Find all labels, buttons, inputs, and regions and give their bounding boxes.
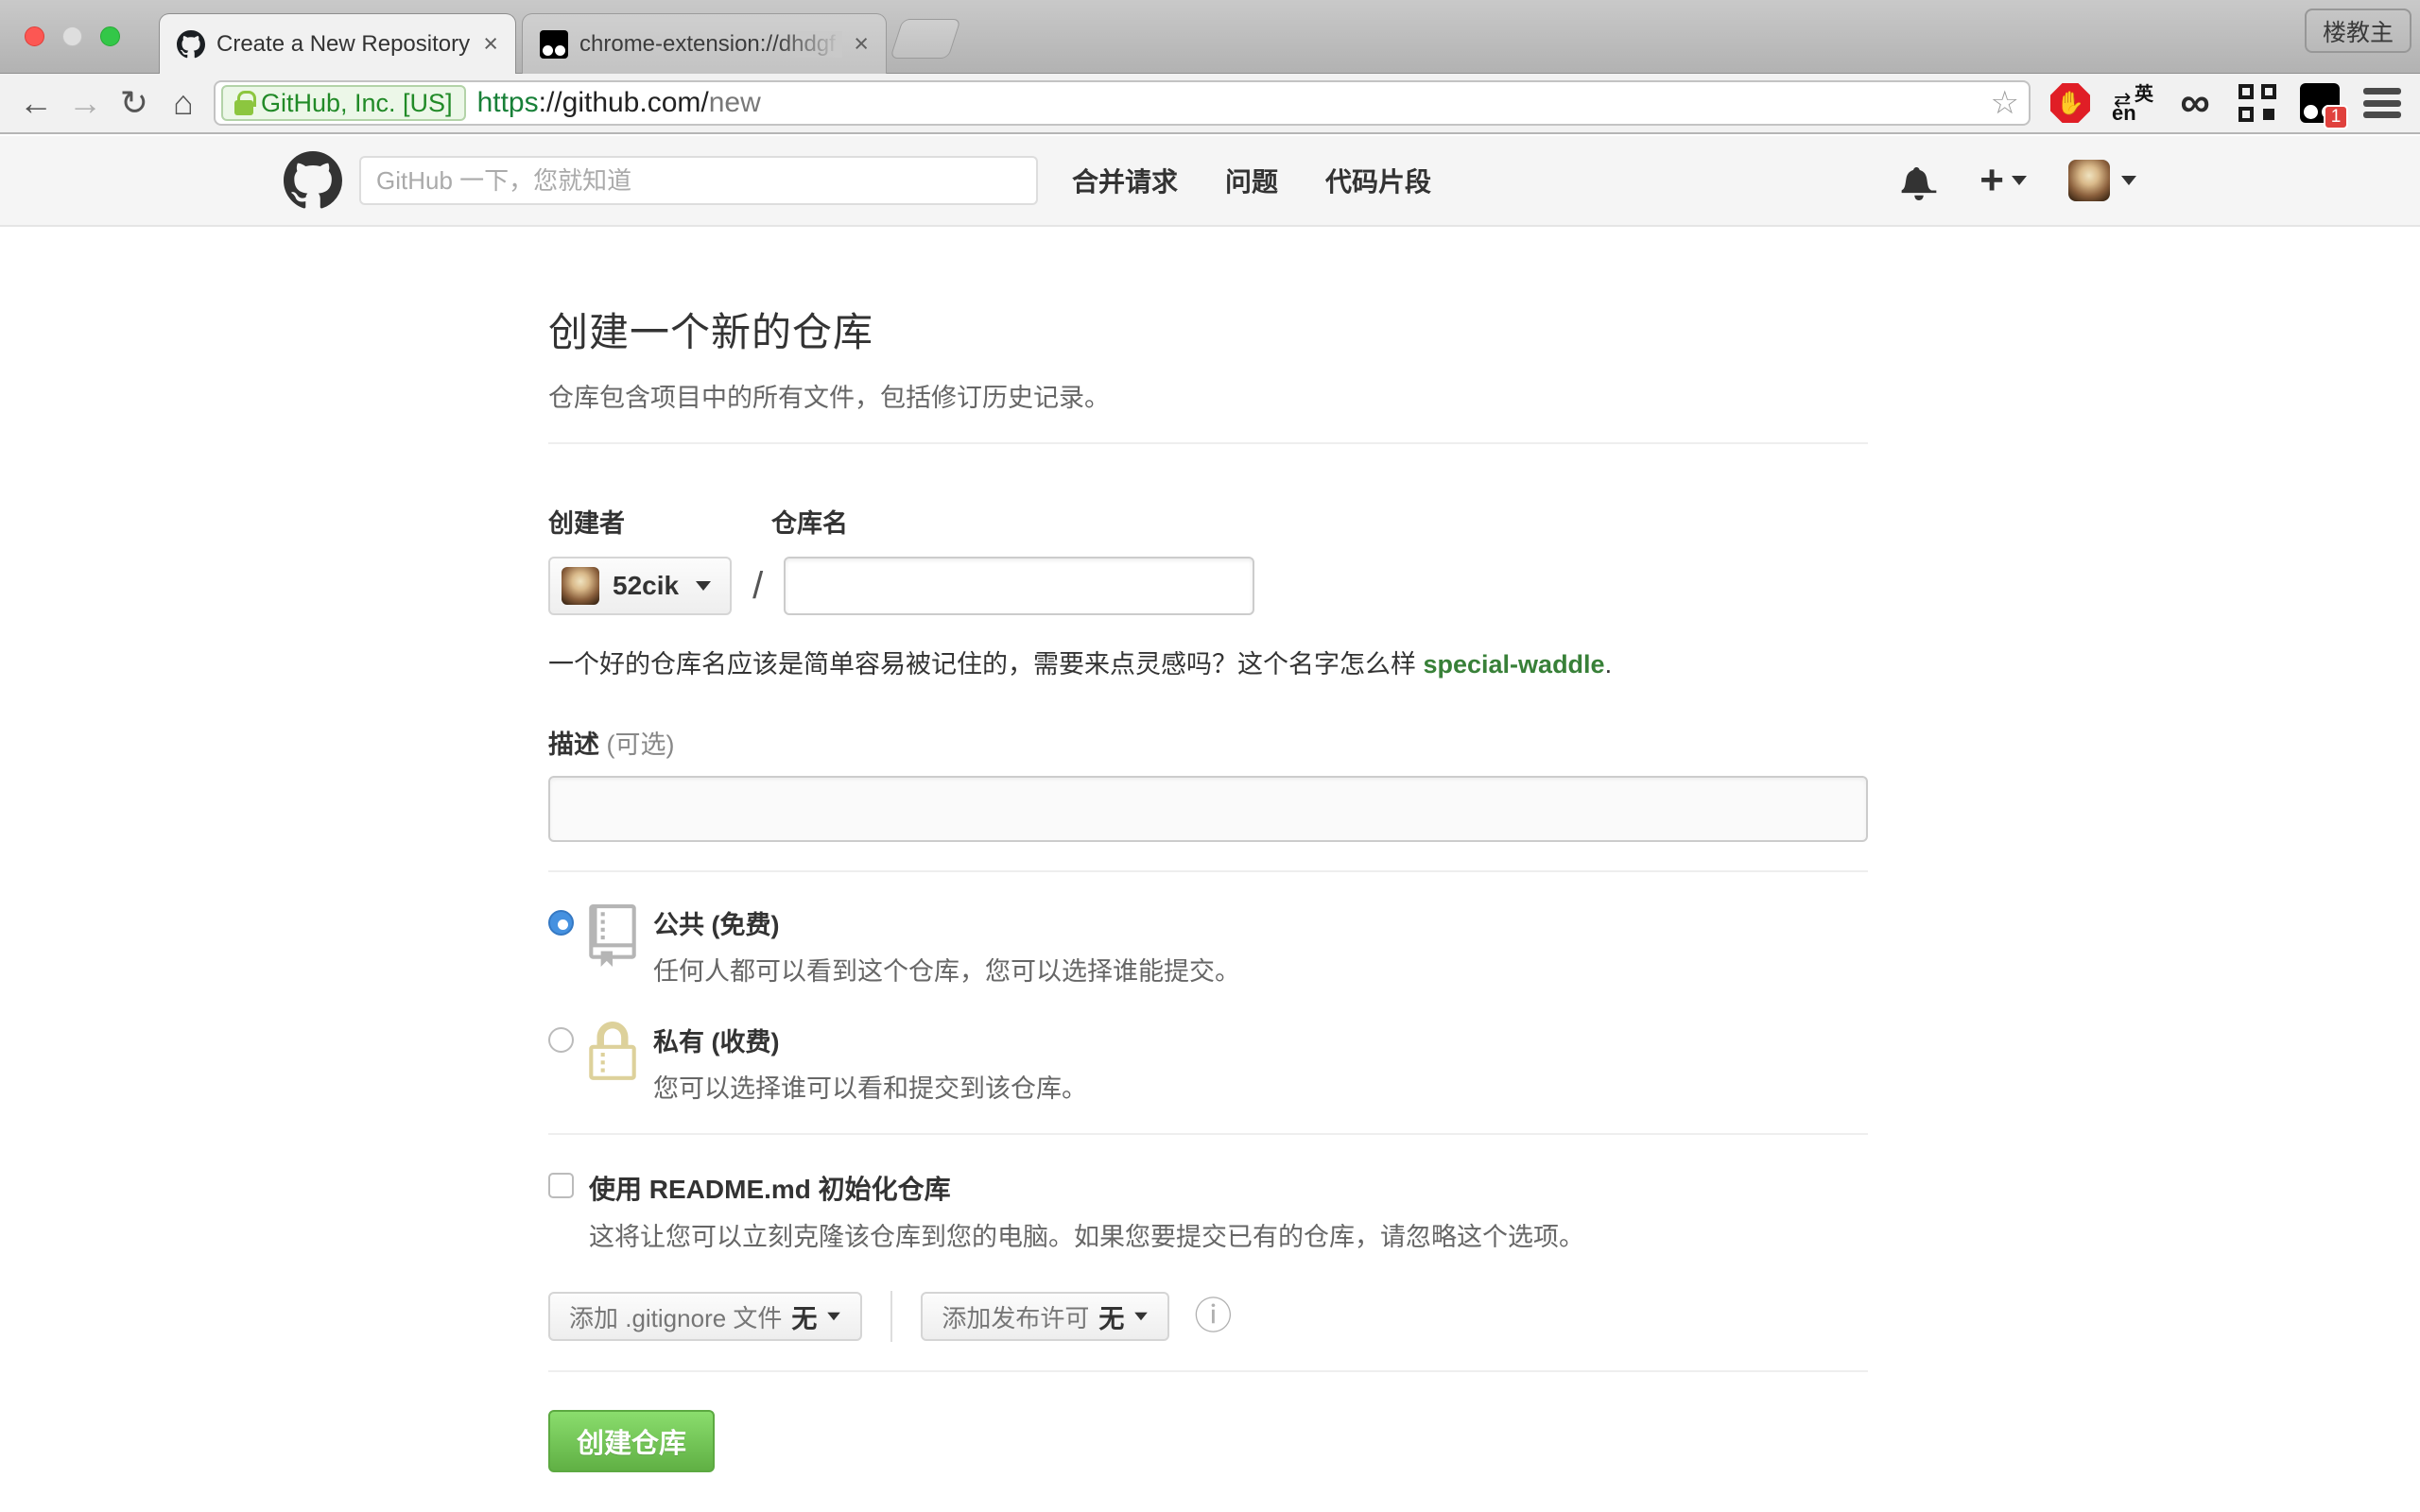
readme-option-desc: 这将让您可以立刻克隆该仓库到您的电脑。如果您要提交已有的仓库，请忽略这个选项。 xyxy=(589,1216,1584,1253)
bookmark-star-icon[interactable]: ☆ xyxy=(1991,84,2019,122)
repo-name-label: 仓库名 xyxy=(771,503,848,540)
caret-down-icon xyxy=(696,581,711,591)
address-bar[interactable]: GitHub, Inc. [US] https ://github.com/ n… xyxy=(214,80,2031,126)
tampermonkey-extension-icon[interactable]: 1 xyxy=(2299,82,2341,124)
caret-down-icon xyxy=(2012,176,2027,185)
home-icon[interactable]: ⌂ xyxy=(159,86,208,120)
owner-name: 52cik xyxy=(613,571,679,601)
create-repository-button[interactable]: 创建仓库 xyxy=(548,1410,715,1472)
caret-down-icon xyxy=(828,1313,841,1321)
github-logo-icon[interactable] xyxy=(284,151,342,210)
chrome-menu-icon[interactable] xyxy=(2361,82,2403,124)
public-radio[interactable] xyxy=(548,910,574,936)
avatar xyxy=(562,567,599,605)
description-input[interactable] xyxy=(548,776,1868,842)
nav-pull-requests[interactable]: 合并请求 xyxy=(1072,162,1178,199)
forward-icon[interactable]: → xyxy=(60,86,110,120)
url-host: ://github.com/ xyxy=(539,87,709,119)
suggested-name-link[interactable]: special-waddle xyxy=(1424,650,1605,679)
hand-icon: ✋ xyxy=(2056,90,2084,117)
nav-issues[interactable]: 问题 xyxy=(1225,162,1278,199)
browser-toolbar: ← → ↻ ⌂ GitHub, Inc. [US] https ://githu… xyxy=(0,74,2420,134)
close-tab-icon[interactable]: × xyxy=(483,31,498,57)
description-optional-note: (可选) xyxy=(607,730,675,759)
owner-select-button[interactable]: 52cik xyxy=(548,557,732,615)
new-repository-page: 创建一个新的仓库 仓库包含项目中的所有文件，包括修订历史记录。 创建者 仓库名 … xyxy=(0,229,2420,1512)
window-titlebar: Create a New Repository × chrome-extensi… xyxy=(0,0,2420,74)
license-value: 无 xyxy=(1098,1298,1124,1335)
profile-name: 楼教主 xyxy=(2323,14,2394,48)
gitignore-value: 无 xyxy=(791,1298,817,1335)
nav-gists[interactable]: 代码片段 xyxy=(1325,162,1431,199)
github-nav: 合并请求 问题 代码片段 xyxy=(1072,162,1431,199)
window-controls xyxy=(25,26,120,46)
page-subtitle: 仓库包含项目中的所有文件，包括修订历史记录。 xyxy=(548,377,1868,414)
tab-title: Create a New Repository xyxy=(216,31,472,58)
caret-down-icon xyxy=(1135,1313,1149,1321)
page-title: 创建一个新的仓库 xyxy=(548,301,1868,358)
adblock-extension-icon[interactable]: ✋ xyxy=(2049,82,2091,124)
divider xyxy=(548,1370,1868,1372)
readme-checkbox[interactable] xyxy=(548,1173,574,1198)
new-tab-button[interactable] xyxy=(890,19,961,59)
repo-book-icon xyxy=(589,904,636,967)
license-label: 添加发布许可 xyxy=(942,1299,1089,1334)
visibility-options: 公共 (免费) 任何人都可以看到这个仓库，您可以选择谁能提交。 私有 (收费) … xyxy=(548,904,1868,1105)
private-option-desc: 您可以选择谁可以看和提交到该仓库。 xyxy=(653,1068,1087,1105)
qrcode-extension-icon[interactable] xyxy=(2237,82,2278,124)
github-header: 合并请求 问题 代码片段 + xyxy=(0,136,2420,227)
browser-profile-button[interactable]: 楼教主 xyxy=(2305,9,2411,53)
url-text: https ://github.com/ new xyxy=(477,87,761,119)
readme-option-row[interactable]: 使用 README.md 初始化仓库 这将让您可以立刻克隆该仓库到您的电脑。如果… xyxy=(548,1169,1868,1253)
new-menu-button[interactable]: + xyxy=(1979,160,2027,201)
public-option-title: 公共 (免费) xyxy=(653,904,1240,941)
avatar xyxy=(2068,160,2110,201)
public-option-desc: 任何人都可以看到这个仓库，您可以选择谁能提交。 xyxy=(653,951,1240,988)
divider xyxy=(548,442,1868,444)
minimize-window-button[interactable] xyxy=(62,26,82,46)
reload-icon[interactable]: ↻ xyxy=(110,86,159,120)
public-option-row[interactable]: 公共 (免费) 任何人都可以看到这个仓库，您可以选择谁能提交。 xyxy=(548,904,1868,988)
extension-badge: 1 xyxy=(2324,105,2348,129)
notifications-bell-icon[interactable] xyxy=(1900,161,1938,200)
plus-icon: + xyxy=(1979,160,2004,201)
owner-repo-separator: / xyxy=(752,565,763,608)
tab-title-fade xyxy=(776,31,842,58)
lock-icon xyxy=(234,91,253,115)
tab-chrome-extension[interactable]: chrome-extension://dhdgf × xyxy=(522,13,887,74)
description-label: 描述 xyxy=(548,730,599,759)
gitignore-dropdown-button[interactable]: 添加 .gitignore 文件 无 xyxy=(548,1292,862,1341)
owner-label: 创建者 xyxy=(548,503,771,540)
translate-extension-icon[interactable]: 英 en ⇄ xyxy=(2112,82,2153,124)
close-window-button[interactable] xyxy=(25,26,44,46)
gitignore-label: 添加 .gitignore 文件 xyxy=(569,1299,782,1334)
close-tab-icon[interactable]: × xyxy=(854,31,869,57)
tab-create-repository[interactable]: Create a New Repository × xyxy=(159,13,516,74)
private-option-title: 私有 (收费) xyxy=(653,1022,1087,1058)
vertical-divider xyxy=(890,1291,892,1342)
repository-name-input[interactable] xyxy=(784,557,1254,615)
license-dropdown-button[interactable]: 添加发布许可 无 xyxy=(921,1292,1169,1341)
divider xyxy=(548,1133,1868,1135)
repo-name-hint: 一个好的仓库名应该是简单容易被记住的，需要来点灵感吗？这个名字怎么样 speci… xyxy=(548,644,1868,680)
github-favicon xyxy=(177,30,205,59)
private-radio[interactable] xyxy=(548,1027,574,1053)
readme-option-title: 使用 README.md 初始化仓库 xyxy=(589,1169,1584,1207)
lock-icon xyxy=(589,1022,636,1084)
extension-favicon xyxy=(540,30,568,59)
zoom-window-button[interactable] xyxy=(100,26,120,46)
user-menu-button[interactable] xyxy=(2068,160,2136,201)
back-icon[interactable]: ← xyxy=(11,86,60,120)
loop-extension-icon[interactable]: ∞ xyxy=(2174,82,2216,124)
ev-badge-label: GitHub, Inc. [US] xyxy=(261,89,453,118)
extension-icons: ✋ 英 en ⇄ ∞ 1 xyxy=(2049,82,2403,124)
divider xyxy=(548,870,1868,872)
ev-certificate-badge[interactable]: GitHub, Inc. [US] xyxy=(221,85,466,121)
url-path: new xyxy=(709,87,761,119)
info-icon[interactable]: ⓘ xyxy=(1194,1297,1232,1335)
private-option-row[interactable]: 私有 (收费) 您可以选择谁可以看和提交到该仓库。 xyxy=(548,1022,1868,1105)
url-scheme: https xyxy=(477,87,539,119)
search-input[interactable] xyxy=(359,156,1038,205)
caret-down-icon xyxy=(2121,176,2136,185)
